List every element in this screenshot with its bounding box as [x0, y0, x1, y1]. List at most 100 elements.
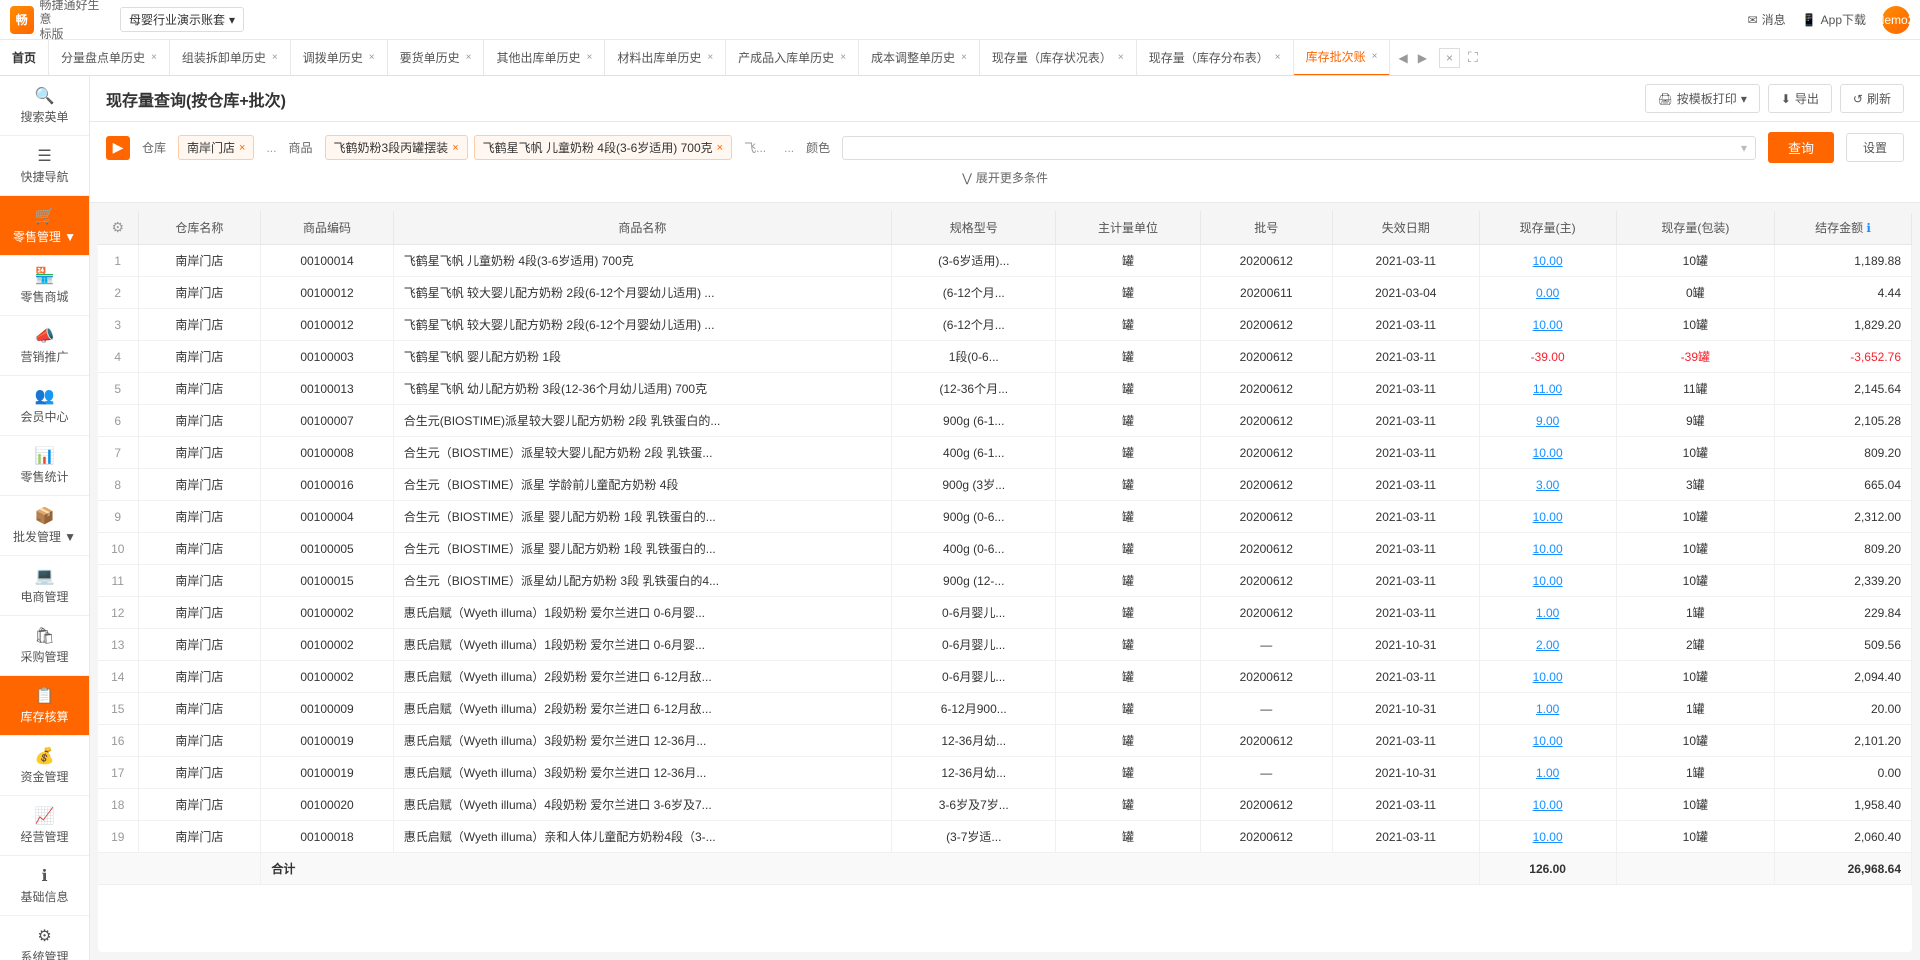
cell-warehouse: 南岸门店 [138, 757, 261, 789]
cell-qty-pkg: 1罐 [1616, 693, 1774, 725]
cell-batch: 20200612 [1200, 437, 1332, 469]
table-row: 16 南岸门店 00100019 惠氏启赋（Wyeth illuma）3段奶粉 … [98, 725, 1912, 757]
cell-code: 00100002 [261, 629, 393, 661]
tab-diao-bo[interactable]: 调拨单历史 × [291, 40, 388, 76]
color-select[interactable]: ▾ [842, 136, 1756, 160]
cell-spec: 0-6月婴儿... [892, 629, 1056, 661]
tab-fen-liang[interactable]: 分量盘点单历史 × [49, 40, 170, 76]
sidebar-item-marketing[interactable]: 📣 营销推广 [0, 316, 89, 376]
sidebar-item-members[interactable]: 👥 会员中心 [0, 376, 89, 436]
close-icon[interactable]: × [369, 52, 375, 63]
table-footer-row: 合计 126.00 26,968.64 [98, 853, 1912, 885]
avatar[interactable]: demo2 [1882, 6, 1910, 34]
sidebar-item-system[interactable]: ⚙ 系统管理 [0, 916, 89, 960]
print-button[interactable]: 🖨 按模板打印 ▾ [1645, 84, 1760, 113]
tab-zu-zhuang[interactable]: 组装拆卸单历史 × [170, 40, 291, 76]
cell-qty-main: 2.00 [1479, 629, 1616, 661]
cell-qty-main: 10.00 [1479, 533, 1616, 565]
warehouse-tag-close[interactable]: × [239, 142, 245, 154]
cell-spec: (3-6岁适用)... [892, 245, 1056, 277]
cell-expire: 2021-10-31 [1332, 757, 1479, 789]
warehouse-more[interactable]: ... [266, 141, 276, 155]
sidebar-item-wholesale[interactable]: 📦 批发管理 ▼ [0, 496, 89, 556]
close-icon[interactable]: × [707, 52, 713, 63]
tab-chan-pin[interactable]: 产成品入库单历史 × [726, 40, 859, 76]
tab-home[interactable]: 首页 [0, 40, 49, 76]
message-button[interactable]: ✉ 消息 [1748, 11, 1786, 28]
cell-warehouse: 南岸门店 [138, 661, 261, 693]
cell-code: 00100012 [261, 309, 393, 341]
th-expire: 失效日期 [1332, 211, 1479, 245]
close-all-tabs-button[interactable]: × [1439, 48, 1460, 68]
cell-spec: 400g (6-1... [892, 437, 1056, 469]
close-icon[interactable]: × [272, 52, 278, 63]
product-more[interactable]: ... [784, 141, 794, 155]
close-icon[interactable]: × [1275, 52, 1281, 63]
product-tag-2[interactable]: 飞鹤星飞帆 儿童奶粉 4段(3-6岁适用) 700克 × [474, 135, 732, 160]
product-tag-close-1[interactable]: × [452, 142, 458, 154]
sidebar-item-finance[interactable]: 💰 资金管理 [0, 736, 89, 796]
th-balance: 结存金额 ℹ [1775, 211, 1912, 245]
table-row: 1 南岸门店 00100014 飞鹤星飞帆 儿童奶粉 4段(3-6岁适用) 70… [98, 245, 1912, 277]
cell-qty-main: 3.00 [1479, 469, 1616, 501]
main-layout: 🔍 搜索英单 ☰ 快捷导航 🛒 零售管理 ▼ 🏪 零售商城 📣 营销推广 👥 会… [0, 76, 1920, 960]
cell-warehouse: 南岸门店 [138, 501, 261, 533]
th-settings[interactable]: ⚙ [98, 211, 138, 245]
tab-cun-zhuang[interactable]: 现存量（库存状况表） × [980, 40, 1137, 76]
query-button[interactable]: 查询 [1768, 132, 1834, 163]
product-tag-1[interactable]: 飞鹤奶粉3段丙罐摆装 × [325, 135, 468, 160]
nav-prev-arrow[interactable]: ◀ [1394, 49, 1411, 67]
sidebar-item-retail-mall[interactable]: 🏪 零售商城 [0, 256, 89, 316]
cell-expire: 2021-10-31 [1332, 629, 1479, 661]
sidebar-item-purchase[interactable]: 🛍 采购管理 [0, 616, 89, 676]
maximize-icon[interactable]: ⛶ [1464, 49, 1482, 66]
industry-selector[interactable]: 母婴行业演示账套 ▾ [120, 7, 244, 32]
refresh-button[interactable]: ↺ 刷新 [1840, 84, 1904, 113]
cell-name: 飞鹤星飞帆 儿童奶粉 4段(3-6岁适用) 700克 [393, 245, 891, 277]
cell-spec: (6-12个月... [892, 309, 1056, 341]
cell-spec: (12-36个月... [892, 373, 1056, 405]
close-icon[interactable]: × [840, 52, 846, 63]
close-icon[interactable]: × [466, 52, 472, 63]
tab-cheng-ben[interactable]: 成本调整单历史 × [859, 40, 980, 76]
settings-button[interactable]: 设置 [1846, 133, 1904, 162]
cell-name: 飞鹤星飞帆 婴儿配方奶粉 1段 [393, 341, 891, 373]
tab-pi-ci-zhang[interactable]: 库存批次账 × [1294, 40, 1391, 76]
cell-unit: 罐 [1056, 245, 1200, 277]
cell-code: 00100016 [261, 469, 393, 501]
sidebar-item-inventory[interactable]: 📋 库存核算 [0, 676, 89, 736]
close-icon[interactable]: × [151, 52, 157, 63]
sidebar-item-search[interactable]: 🔍 搜索英单 [0, 76, 89, 136]
row-number: 2 [98, 277, 138, 309]
sidebar-item-retail-mgmt[interactable]: 🛒 零售管理 ▼ [0, 196, 89, 256]
tab-chu-ku[interactable]: 其他出库单历史 × [484, 40, 605, 76]
product-tag-close-2[interactable]: × [717, 142, 723, 154]
sidebar-item-operations[interactable]: 📈 经营管理 [0, 796, 89, 856]
cell-code: 00100002 [261, 597, 393, 629]
cell-code: 00100009 [261, 693, 393, 725]
sidebar-item-basic-info[interactable]: ℹ 基础信息 [0, 856, 89, 916]
tab-fen-bu[interactable]: 现存量（库存分布表） × [1137, 40, 1294, 76]
expand-more-conditions[interactable]: ⋁ 展开更多条件 [106, 163, 1904, 192]
cell-qty-pkg: 10罐 [1616, 565, 1774, 597]
sidebar-item-retail-stats[interactable]: 📊 零售统计 [0, 436, 89, 496]
cell-qty-pkg: 10罐 [1616, 821, 1774, 853]
settings-icon[interactable]: ⚙ [111, 219, 124, 235]
warehouse-tag[interactable]: 南岸门店 × [178, 135, 254, 160]
close-icon[interactable]: × [961, 52, 967, 63]
tab-cai-liao[interactable]: 材料出库单历史 × [605, 40, 726, 76]
cell-warehouse: 南岸门店 [138, 725, 261, 757]
close-icon[interactable]: × [586, 52, 592, 63]
filter-expand-arrow[interactable]: ▶ [106, 136, 130, 160]
export-button[interactable]: ⬇ 导出 [1768, 84, 1832, 113]
close-icon[interactable]: × [1118, 52, 1124, 63]
sidebar-item-nav[interactable]: ☰ 快捷导航 [0, 136, 89, 196]
cell-balance: 1,958.40 [1775, 789, 1912, 821]
nav-next-arrow[interactable]: ▶ [1414, 49, 1431, 67]
tab-yao-huo[interactable]: 要货单历史 × [388, 40, 485, 76]
app-download-button[interactable]: 📱 App下载 [1802, 11, 1866, 28]
cell-name: 合生元（BIOSTIME）派星较大婴儿配方奶粉 2段 乳铁蛋... [393, 437, 891, 469]
sidebar-item-ecommerce[interactable]: 💻 电商管理 [0, 556, 89, 616]
close-icon[interactable]: × [1372, 51, 1378, 62]
product-tag-more[interactable]: 飞... [738, 136, 772, 159]
